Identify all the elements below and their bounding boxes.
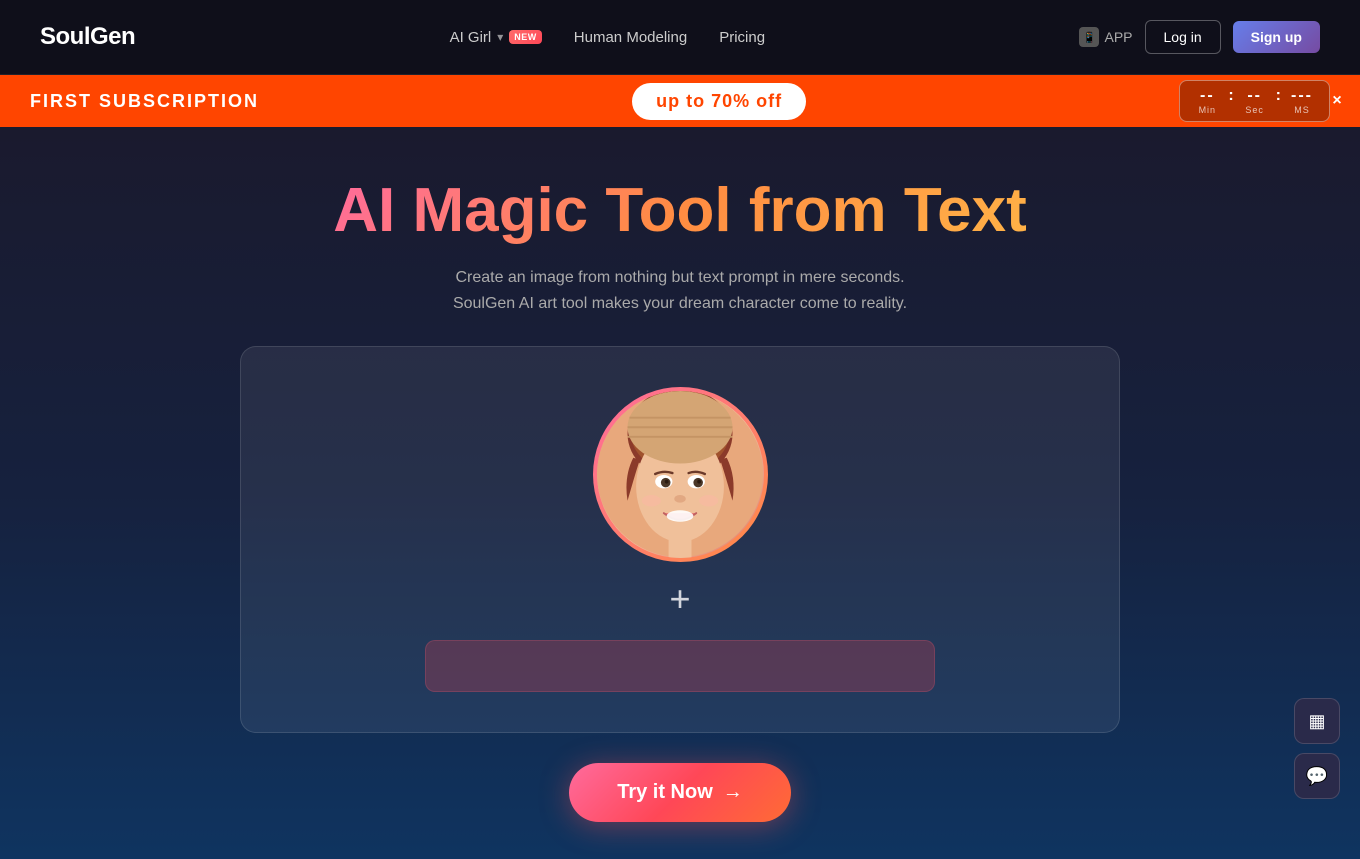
promo-banner: FIRST SUBSCRIPTION up to 70% off -- Min … (0, 75, 1360, 127)
float-app-button[interactable]: ▦ (1294, 698, 1340, 744)
timer-sep-1: : (1226, 87, 1235, 105)
promo-text: FIRST SUBSCRIPTION (30, 91, 259, 112)
timer-min-label: Min (1199, 105, 1217, 115)
navbar: SoulGen AI Girl ▾ NEW Human Modeling Pri… (0, 0, 1360, 75)
app-button[interactable]: 📱 APP (1079, 27, 1132, 47)
nav-pricing-label: Pricing (719, 29, 765, 46)
avatar-circle[interactable] (593, 387, 768, 562)
timer-ms-label: MS (1294, 105, 1310, 115)
nav-pricing[interactable]: Pricing (719, 29, 765, 46)
hero-section: AI Magic Tool from Text Create an image … (0, 127, 1360, 859)
hero-subtitle: Create an image from nothing but text pr… (453, 265, 907, 316)
new-badge: NEW (509, 30, 542, 44)
timer-min-block: -- Min (1192, 87, 1222, 115)
face-svg (597, 391, 764, 558)
avatar-inner (597, 391, 764, 558)
try-btn-arrow: → (723, 781, 743, 804)
signup-button[interactable]: Sign up (1233, 21, 1320, 53)
nav-right: 📱 APP Log in Sign up (1079, 20, 1320, 54)
chevron-down-icon: ▾ (497, 30, 503, 44)
hero-subtitle-line1: Create an image from nothing but text pr… (455, 269, 904, 286)
hero-subtitle-line2: SoulGen AI art tool makes your dream cha… (453, 295, 907, 312)
discount-label: up to 70% off (656, 91, 782, 111)
promo-discount: up to 70% off (632, 83, 806, 120)
timer-sec-digits: -- (1247, 87, 1262, 105)
timer-sec-label: Sec (1245, 105, 1264, 115)
float-chat-icon: 💬 (1306, 766, 1328, 787)
timer-ms-digits: --- (1291, 87, 1313, 105)
close-banner-button[interactable]: × (1326, 90, 1348, 112)
nav-human-modeling[interactable]: Human Modeling (574, 29, 687, 46)
add-image-button[interactable]: + (669, 578, 690, 620)
nav-ai-girl[interactable]: AI Girl ▾ NEW (450, 29, 542, 46)
countdown-timer: -- Min : -- Sec : --- MS (1179, 80, 1330, 122)
nav-center: AI Girl ▾ NEW Human Modeling Pricing (450, 29, 765, 46)
try-btn-label: Try it Now (617, 781, 713, 804)
timer-sec-block: -- Sec (1240, 87, 1270, 115)
try-it-now-button[interactable]: Try it Now → (569, 763, 791, 822)
timer-ms-block: --- MS (1287, 87, 1317, 115)
hero-title: AI Magic Tool from Text (333, 177, 1027, 245)
app-icon: 📱 (1079, 27, 1099, 47)
timer-min-digits: -- (1200, 87, 1215, 105)
demo-card: + (240, 346, 1120, 733)
timer-sep-2: : (1274, 87, 1283, 105)
nav-human-modeling-label: Human Modeling (574, 29, 687, 46)
nav-ai-girl-label: AI Girl (450, 29, 492, 46)
brand-logo[interactable]: SoulGen (40, 23, 135, 51)
text-input-bar[interactable] (425, 640, 935, 692)
app-label: APP (1104, 29, 1132, 45)
login-button[interactable]: Log in (1145, 20, 1221, 54)
float-app-icon: ▦ (1308, 711, 1325, 732)
float-chat-button[interactable]: 💬 (1294, 753, 1340, 799)
